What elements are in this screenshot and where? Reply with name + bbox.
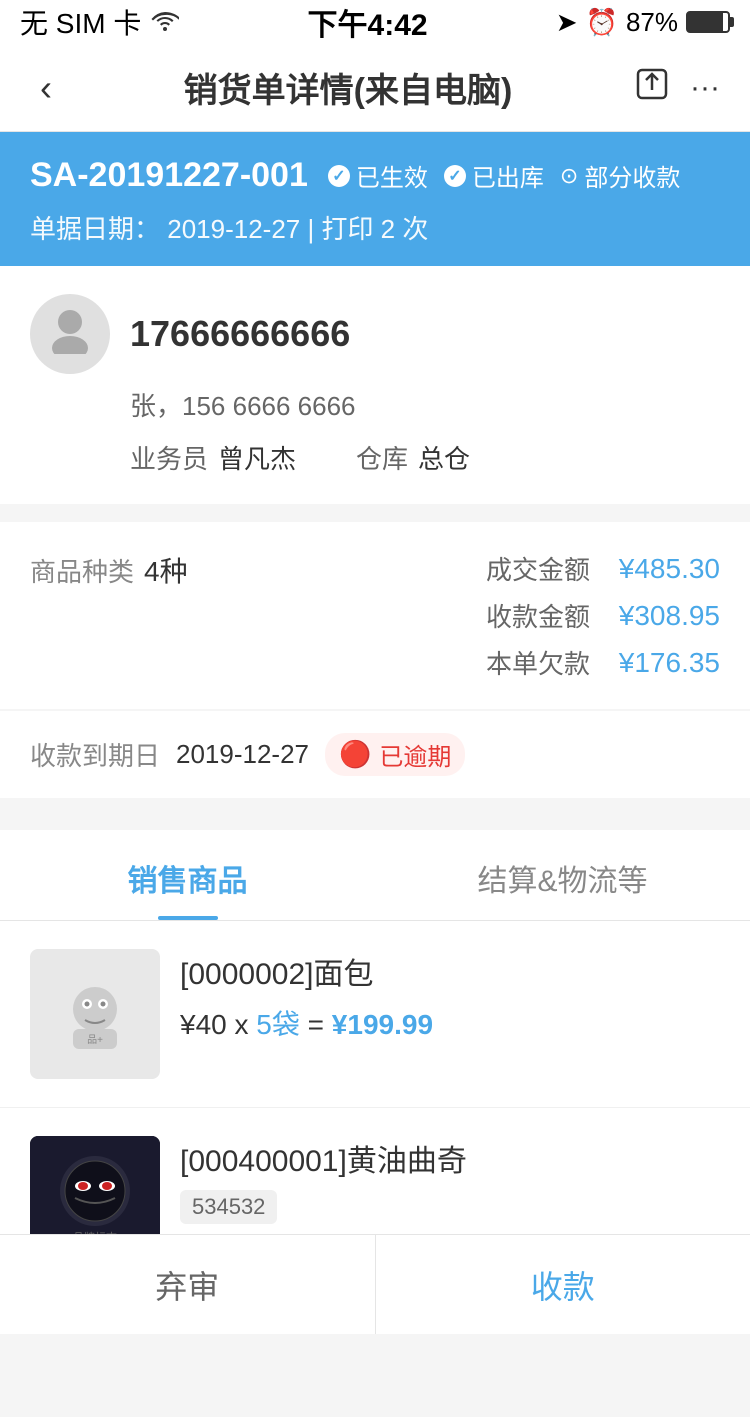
overdue-text: 已逾期 <box>379 737 451 772</box>
alarm-icon: ⏰ <box>586 7 618 38</box>
product-name-2: [000400001]黄油曲奇 <box>180 1136 720 1180</box>
sales-label: 业务员 <box>130 439 208 476</box>
order-number: SA-20191227-001 <box>30 156 308 195</box>
tab-sales-label: 销售商品 <box>128 865 248 898</box>
clock-icon: ⊙ <box>560 163 578 189</box>
nav-bar: ‹ 销货单详情(来自电脑) ··· <box>0 44 750 132</box>
tabs-section: 销售商品 结算&物流等 <box>0 830 750 921</box>
product-item-1: 品+ [0000002]面包 ¥40 x 5袋 = ¥199.99 <box>0 921 750 1108</box>
avatar-icon <box>45 304 95 365</box>
amount-row-total: 成交金额 ¥485.30 <box>470 550 720 587</box>
cancel-button[interactable]: 弃审 <box>0 1235 376 1334</box>
warehouse-value: 总仓 <box>418 439 470 476</box>
debt-label: 本单欠款 <box>470 644 590 681</box>
wifi-icon <box>151 6 179 38</box>
header-date: 2019-12-27 <box>167 214 300 244</box>
customer-meta: 业务员 曾凡杰 仓库 总仓 <box>130 439 720 476</box>
customer-section: 17666666666 张，156 6666 6666 业务员 曾凡杰 仓库 总… <box>0 266 750 504</box>
type-count: 4种 <box>144 550 188 590</box>
status-carrier: 无 SIM 卡 <box>20 2 179 42</box>
header-date-info: 单据日期： 2019-12-27 | 打印 2 次 <box>30 209 720 246</box>
tab-sales-products[interactable]: 销售商品 <box>0 830 375 920</box>
warehouse-item: 仓库 总仓 <box>356 439 470 476</box>
debt-value: ¥176.35 <box>610 647 720 679</box>
overdue-icon: 🔴 <box>339 739 371 770</box>
battery-text: 87% <box>626 7 678 38</box>
tab-settlement[interactable]: 结算&物流等 <box>375 830 750 920</box>
battery-icon <box>686 11 730 33</box>
sales-person-item: 业务员 曾凡杰 <box>130 439 296 476</box>
date-label: 单据日期： <box>30 214 160 244</box>
product-x-1: x <box>235 1009 257 1040</box>
summary-section: 商品种类 4种 成交金额 ¥485.30 收款金额 ¥308.95 本单欠款 ¥… <box>0 522 750 709</box>
amount-row-received: 收款金额 ¥308.95 <box>470 597 720 634</box>
overdue-badge: 🔴 已逾期 <box>325 733 465 776</box>
print-info: | 打印 2 次 <box>307 214 428 244</box>
amount-label: 成交金额 <box>470 550 590 587</box>
divider-2 <box>0 798 750 814</box>
status-tag-active: ✓ 已生效 <box>328 158 428 193</box>
status-time: 下午4:42 <box>308 0 428 44</box>
status-tag-shipped: ✓ 已出库 <box>444 158 544 193</box>
due-date-value: 2019-12-27 <box>176 739 309 770</box>
product-type-info: 商品种类 4种 <box>30 550 188 590</box>
check-active-icon: ✓ <box>328 165 350 187</box>
cancel-label: 弃审 <box>155 1262 219 1308</box>
amount-value: ¥485.30 <box>610 553 720 585</box>
product-eq-1: = <box>308 1009 332 1040</box>
svg-text:品+: 品+ <box>87 1034 103 1046</box>
amount-row-debt: 本单欠款 ¥176.35 <box>470 644 720 681</box>
product-price-row-1: ¥40 x 5袋 = ¥199.99 <box>180 1003 720 1043</box>
customer-avatar <box>30 294 110 374</box>
customer-phone: 17666666666 <box>130 313 350 355</box>
status-right: ➤ ⏰ 87% <box>556 7 730 38</box>
sales-person-value: 曾凡杰 <box>218 439 296 476</box>
tab-settlement-label: 结算&物流等 <box>477 865 647 898</box>
product-image-1: 品+ <box>30 949 160 1079</box>
status-partial-label: 部分收款 <box>584 158 680 193</box>
status-bar: 无 SIM 卡 下午4:42 ➤ ⏰ 87% <box>0 0 750 44</box>
product-info-1: [0000002]面包 ¥40 x 5袋 = ¥199.99 <box>180 949 720 1043</box>
product-price-1: ¥40 <box>180 1009 227 1040</box>
amount-info: 成交金额 ¥485.30 收款金额 ¥308.95 本单欠款 ¥176.35 <box>470 550 720 681</box>
collect-label: 收款 <box>531 1262 595 1308</box>
customer-name-phone: 张，156 6666 6666 <box>130 386 720 423</box>
due-section: 收款到期日 2019-12-27 🔴 已逾期 <box>0 711 750 798</box>
carrier-text: 无 SIM 卡 <box>20 2 141 42</box>
due-label: 收款到期日 <box>30 736 160 773</box>
back-button[interactable]: ‹ <box>30 57 62 119</box>
status-active-label: 已生效 <box>356 158 428 193</box>
collect-button[interactable]: 收款 <box>376 1235 750 1334</box>
product-name-1: [0000002]面包 <box>180 949 720 993</box>
type-label: 商品种类 <box>30 552 134 589</box>
status-shipped-label: 已出库 <box>472 158 544 193</box>
header-banner: SA-20191227-001 ✓ 已生效 ✓ 已出库 ⊙ 部分收款 单据日期：… <box>0 132 750 266</box>
product-qty-1: 5袋 <box>256 1009 300 1040</box>
nav-title: 销货单详情(来自电脑) <box>184 63 513 112</box>
warehouse-label: 仓库 <box>356 439 408 476</box>
received-label: 收款金额 <box>470 597 590 634</box>
more-icon[interactable]: ··· <box>690 71 720 105</box>
customer-row: 17666666666 <box>30 294 720 374</box>
divider-1 <box>0 506 750 522</box>
status-tag-partial: ⊙ 部分收款 <box>560 158 680 193</box>
bottom-bar: 弃审 收款 <box>0 1234 750 1334</box>
check-shipped-icon: ✓ <box>444 165 466 187</box>
share-icon[interactable] <box>634 66 670 110</box>
location-icon: ➤ <box>556 7 578 38</box>
nav-actions: ··· <box>634 66 720 110</box>
status-tags: ✓ 已生效 ✓ 已出库 ⊙ 部分收款 <box>328 158 680 193</box>
product-total-1: ¥199.99 <box>332 1009 433 1040</box>
received-value: ¥308.95 <box>610 600 720 632</box>
product-sku-2: 534532 <box>180 1190 277 1224</box>
